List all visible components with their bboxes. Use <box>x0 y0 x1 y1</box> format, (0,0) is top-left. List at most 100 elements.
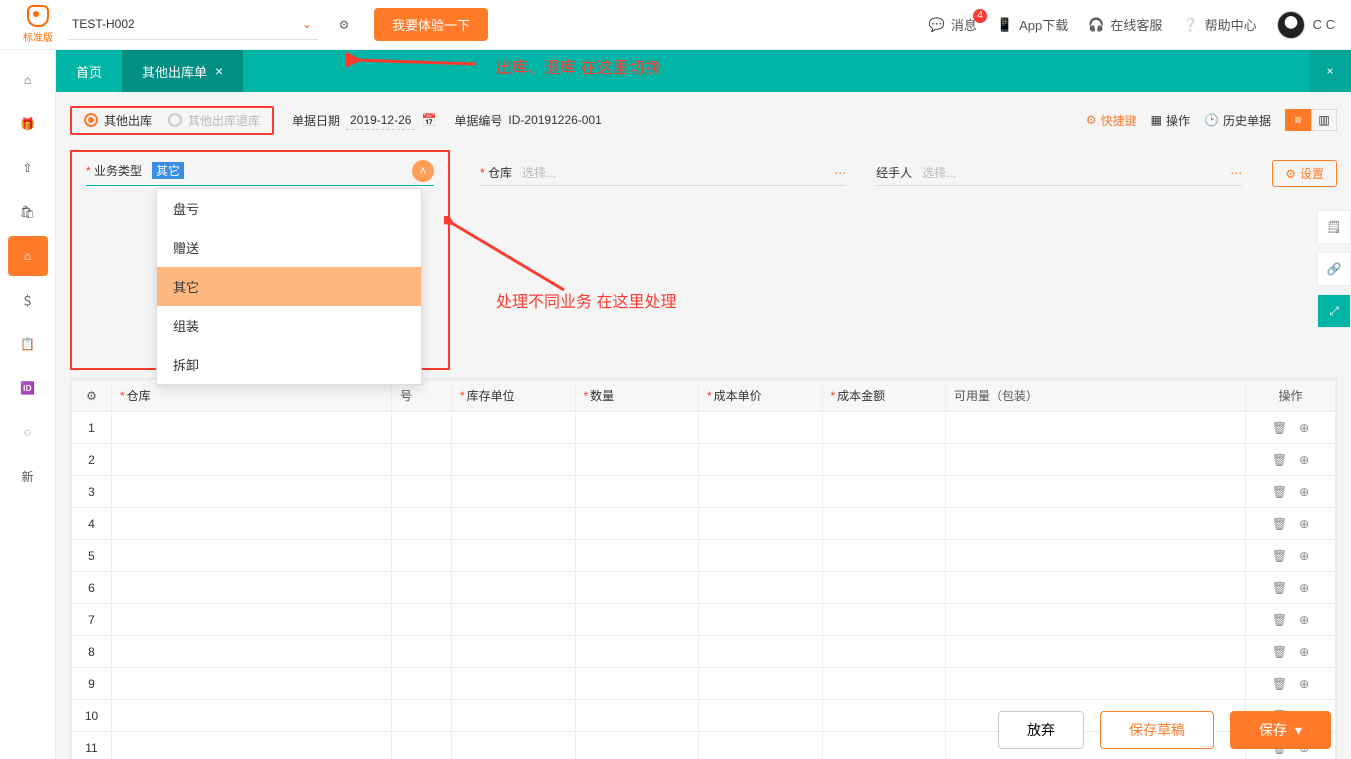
save-button[interactable]: 保存 ▾ <box>1230 711 1331 749</box>
nav-bag[interactable]: 🛍 <box>8 192 48 232</box>
org-select[interactable]: TEST-H002 ⌄ <box>68 10 318 40</box>
delete-icon[interactable]: 🗑 <box>1272 517 1287 531</box>
note-icon: 🗒 <box>1326 220 1341 234</box>
table-row[interactable]: 5🗑⊕ <box>72 540 1336 572</box>
row-number: 4 <box>72 508 112 540</box>
calendar-icon[interactable]: 📅 <box>421 113 436 127</box>
row-number: 11 <box>72 732 112 759</box>
tab-label: 其他出库单 <box>142 62 207 81</box>
delete-icon[interactable]: 🗑 <box>1272 613 1287 627</box>
nav-clipboard[interactable]: 📋 <box>8 324 48 364</box>
nav-cycle[interactable]: ◌ <box>8 412 48 452</box>
radio-outbound[interactable]: 其他出库 <box>84 112 152 129</box>
business-type-field[interactable]: 业务类型 其它 ˄ <box>86 162 434 186</box>
table-row[interactable]: 6 🗑 ⊕ <box>72 572 1336 604</box>
nav-money[interactable]: ＄ <box>8 280 48 320</box>
table-row[interactable]: 9🗑⊕ <box>72 668 1336 700</box>
table-row[interactable]: 4 🗑 ⊕ <box>72 508 1336 540</box>
view-grid-button[interactable]: ▥ <box>1311 109 1337 131</box>
user-name[interactable]: C C <box>1313 17 1335 32</box>
app-download-label: App下载 <box>1019 15 1068 34</box>
tab-other-outbound[interactable]: 其他出库单 × <box>122 50 243 92</box>
footer-actions: 放弃 保存草稿 保存 ▾ <box>998 711 1331 749</box>
help-link[interactable]: ❔ 帮助中心 <box>1182 15 1256 34</box>
nav-id[interactable]: 🆔 <box>8 368 48 408</box>
settings-chip[interactable]: ⚙ 设置 <box>1272 160 1337 187</box>
row-number: 7 <box>72 604 112 636</box>
opt-pankui[interactable]: 盘亏 <box>157 189 421 228</box>
settings-button[interactable]: ⚙ <box>330 11 358 39</box>
nav-house[interactable]: ⇧ <box>8 148 48 188</box>
doc-date-value[interactable]: 2019-12-26 <box>346 111 415 130</box>
delete-icon[interactable]: 🗑 <box>1272 453 1287 467</box>
nav-home[interactable]: ⌂ <box>8 60 48 100</box>
add-row-icon[interactable]: ⊕ <box>1299 549 1309 563</box>
table-row[interactable]: 3🗑⊕ <box>72 476 1336 508</box>
delete-icon[interactable]: 🗑 <box>1272 485 1287 499</box>
handler-field[interactable]: 经手人 选择... ⋯ <box>876 160 1242 186</box>
table-row[interactable]: 1🗑⊕ <box>72 412 1336 444</box>
add-row-icon[interactable]: ⊕ <box>1299 645 1309 659</box>
radio-return[interactable]: 其他出库退库 <box>168 112 260 129</box>
delete-icon[interactable]: 🗑 <box>1272 549 1287 563</box>
col-gear[interactable]: ⚙ <box>72 380 112 412</box>
more-icon[interactable]: ⋯ <box>834 166 846 180</box>
add-row-icon[interactable]: ⊕ <box>1299 453 1309 467</box>
strip-expand-button[interactable]: ⤢ <box>1317 294 1351 328</box>
delete-icon[interactable]: 🗑 <box>1272 677 1287 691</box>
tabs-close-button[interactable]: × <box>1309 50 1351 92</box>
discard-button[interactable]: 放弃 <box>998 711 1084 749</box>
table-row[interactable]: 8🗑⊕ <box>72 636 1336 668</box>
messages-link[interactable]: 💬 消息 4 <box>929 15 977 34</box>
new-icon: 新 <box>21 468 33 485</box>
user-avatar[interactable] <box>1277 11 1305 39</box>
view-list-button[interactable]: ≡ <box>1285 109 1311 131</box>
table-row[interactable]: 7 🗑 ⊕ <box>72 604 1336 636</box>
add-row-icon[interactable]: ⊕ <box>1299 677 1309 691</box>
opt-zuzhuang[interactable]: 组装 <box>157 306 421 345</box>
nav-warehouse[interactable]: ⌂ <box>8 236 48 276</box>
row-number: 2 <box>72 444 112 476</box>
delete-icon[interactable]: 🗑 <box>1272 421 1287 435</box>
delete-icon[interactable]: 🗑 <box>1272 581 1287 595</box>
history-link[interactable]: 🕑历史单据 <box>1204 112 1271 129</box>
row-number: 6 <box>72 572 112 604</box>
delete-icon[interactable]: 🗑 <box>1272 645 1287 659</box>
add-row-icon[interactable]: ⊕ <box>1299 517 1309 531</box>
strip-link-button[interactable]: 🔗 <box>1317 252 1351 286</box>
tab-close-icon[interactable]: × <box>215 63 223 79</box>
table-row[interactable]: 2 🗑 ⊕ <box>72 444 1336 476</box>
save-draft-button[interactable]: 保存草稿 <box>1100 711 1214 749</box>
customer-service-link[interactable]: 🎧 在线客服 <box>1088 15 1162 34</box>
nav-gift[interactable]: 🎁 <box>8 104 48 144</box>
opt-chaixie[interactable]: 拆卸 <box>157 345 421 384</box>
row-number: 10 <box>72 700 112 732</box>
message-icon: 💬 <box>929 17 945 33</box>
col-price: 成本单价 <box>699 380 823 412</box>
col-unit: 库存单位 <box>452 380 576 412</box>
opt-zengsong[interactable]: 赠送 <box>157 228 421 267</box>
wh-placeholder: 选择... <box>522 164 556 181</box>
strip-note-button[interactable]: 🗒 <box>1317 210 1351 244</box>
app-download-link[interactable]: 📱 App下载 <box>997 15 1068 34</box>
try-button[interactable]: 我要体验一下 <box>374 8 488 41</box>
more-icon[interactable]: ⋯ <box>1230 166 1242 180</box>
add-row-icon[interactable]: ⊕ <box>1299 421 1309 435</box>
operate-link[interactable]: ▦操作 <box>1151 112 1190 129</box>
chevron-up-icon[interactable]: ˄ <box>412 160 434 182</box>
add-row-icon[interactable]: ⊕ <box>1299 485 1309 499</box>
nav-new[interactable]: 新 <box>8 456 48 496</box>
phone-icon: 📱 <box>997 17 1013 33</box>
add-row-icon[interactable]: ⊕ <box>1299 613 1309 627</box>
tab-home[interactable]: 首页 <box>56 50 122 92</box>
grid2-icon: ▥ <box>1318 113 1329 127</box>
house-icon: ⇧ <box>22 161 32 175</box>
add-row-icon[interactable]: ⊕ <box>1299 581 1309 595</box>
doc-date-label: 单据日期 <box>292 112 340 129</box>
right-toolstrip: 🗒 🔗 ⤢ <box>1317 210 1351 328</box>
org-value: TEST-H002 <box>72 17 135 31</box>
hotkey-link[interactable]: ⚙快捷键 <box>1086 112 1137 129</box>
opt-qita[interactable]: 其它 <box>157 267 421 306</box>
warehouse-field[interactable]: 仓库 选择... ⋯ <box>480 160 846 186</box>
bag-icon: 🛍 <box>20 205 35 219</box>
